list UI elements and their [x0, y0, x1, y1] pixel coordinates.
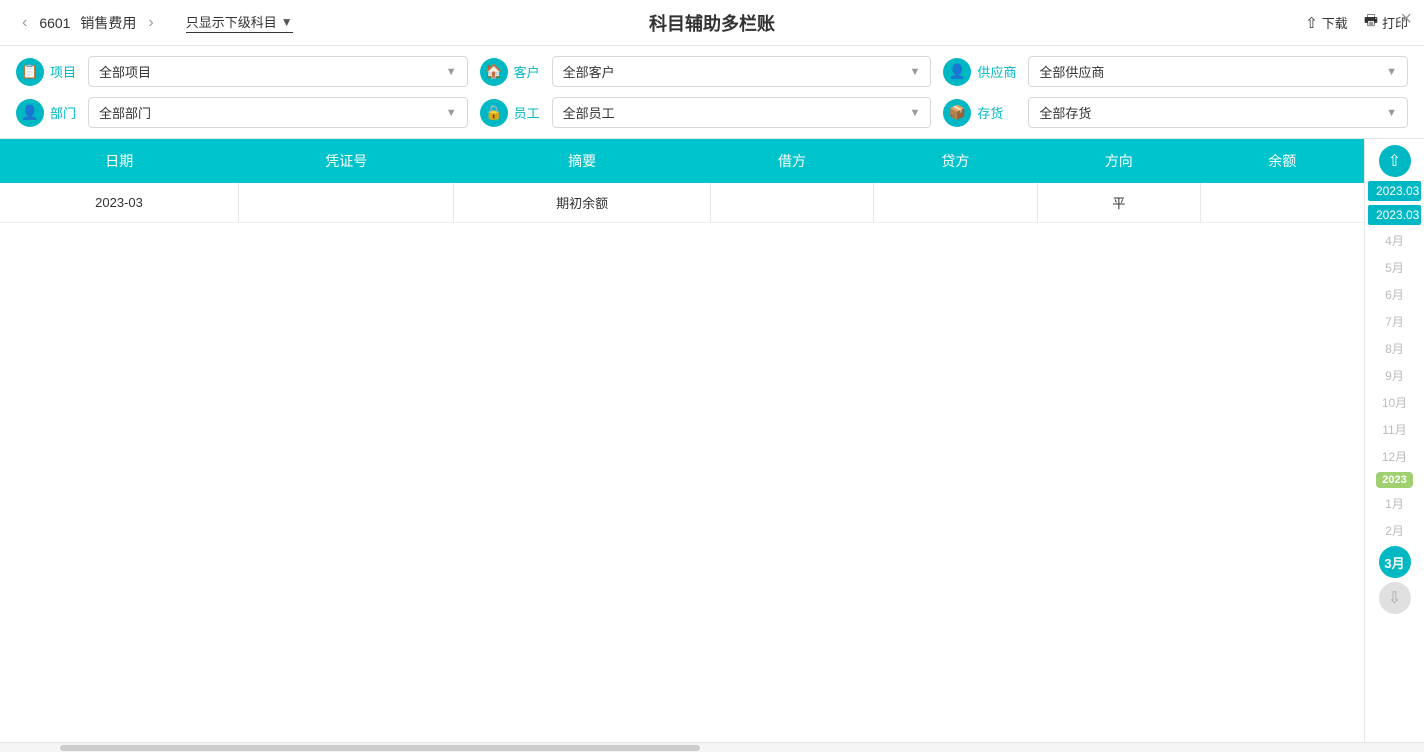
inventory-icon: 📦: [943, 99, 971, 127]
show-sub-label: 只显示下级科目: [186, 12, 277, 31]
prev-account-button[interactable]: ‹: [16, 12, 33, 34]
cell-debit: [710, 183, 873, 223]
timeline-sidebar: ⇧ 2023.03 2023.03 4月 5月 6月 7月 8月 9月 10月 …: [1364, 139, 1424, 742]
supplier-label-text: 供应商: [977, 62, 1016, 81]
timeline-month-9[interactable]: 9月: [1365, 362, 1424, 389]
filter-label-project: 📋 项目: [16, 58, 76, 86]
title-bar: ‹ 6601 销售费用 › 只显示下级科目 ▼ 科目辅助多栏账 ⇧ 下载 🖶 打…: [0, 0, 1424, 46]
timeline-month-4[interactable]: 4月: [1365, 227, 1424, 254]
timeline-month-1[interactable]: 1月: [1365, 490, 1424, 517]
filter-area: 📋 项目 全部项目 ▼ 🏠 客户 全部客户 ▼ 👤 供应商 全部供应商 ▼ 👤 …: [0, 46, 1424, 139]
col-voucher: 凭证号: [239, 139, 454, 183]
department-icon: 👤: [16, 99, 44, 127]
scrollbar-thumb[interactable]: [60, 745, 700, 751]
horizontal-scrollbar[interactable]: [0, 742, 1424, 752]
employee-icon: 🔒: [480, 99, 508, 127]
modal-container: ‹ 6601 销售费用 › 只显示下级科目 ▼ 科目辅助多栏账 ⇧ 下载 🖶 打…: [0, 0, 1424, 752]
department-value: 全部部门: [99, 103, 151, 122]
project-value: 全部项目: [99, 62, 151, 81]
chevron-down-icon: ▼: [281, 15, 293, 29]
inventory-dropdown-icon: ▼: [1386, 107, 1397, 119]
cell-credit: [874, 183, 1037, 223]
department-select[interactable]: 全部部门 ▼: [88, 97, 468, 128]
project-label-text: 项目: [50, 62, 76, 81]
filter-label-inventory: 📦 存货: [943, 99, 1016, 127]
filter-label-department: 👤 部门: [16, 99, 76, 127]
col-direction: 方向: [1037, 139, 1200, 183]
supplier-dropdown-icon: ▼: [1386, 66, 1397, 78]
timeline-month-12[interactable]: 12月: [1365, 443, 1424, 470]
timeline-month-7[interactable]: 7月: [1365, 308, 1424, 335]
toolbar-right: ⇧ 下载 🖶 打印: [1305, 10, 1408, 35]
cell-date: 2023-03: [0, 183, 239, 223]
download-label: 下载: [1322, 13, 1348, 32]
content-area: 日期 凭证号 摘要 借方 贷方 方向 余额 2023-03 期初余额 平: [0, 139, 1424, 742]
year-badge-2023[interactable]: 2023: [1376, 472, 1412, 488]
page-title: 科目辅助多栏账: [649, 10, 775, 36]
supplier-select[interactable]: 全部供应商 ▼: [1028, 56, 1408, 87]
cell-direction: 平: [1037, 183, 1200, 223]
col-summary: 摘要: [454, 139, 710, 183]
download-button[interactable]: ⇧ 下载: [1305, 13, 1348, 32]
timeline-month-6[interactable]: 6月: [1365, 281, 1424, 308]
filter-label-customer: 🏠 客户: [480, 58, 540, 86]
next-account-button[interactable]: ›: [142, 12, 159, 34]
timeline-month-3-active[interactable]: 3月: [1379, 546, 1411, 578]
account-code-name: 销售费用: [80, 15, 136, 31]
project-select[interactable]: 全部项目 ▼: [88, 56, 468, 87]
inventory-select[interactable]: 全部存货 ▼: [1028, 97, 1408, 128]
account-code: 6601 销售费用: [39, 13, 136, 33]
project-dropdown-icon: ▼: [446, 66, 457, 78]
col-date: 日期: [0, 139, 239, 183]
inventory-value: 全部存货: [1039, 103, 1091, 122]
customer-dropdown-icon: ▼: [909, 66, 920, 78]
timeline-month-11[interactable]: 11月: [1365, 416, 1424, 443]
table-row: 2023-03 期初余额 平: [0, 183, 1364, 223]
timeline-month-2[interactable]: 2月: [1365, 517, 1424, 544]
download-icon: ⇧: [1305, 14, 1318, 32]
account-code-number: 6601: [39, 15, 70, 31]
customer-select[interactable]: 全部客户 ▼: [552, 56, 932, 87]
employee-dropdown-icon: ▼: [909, 107, 920, 119]
timeline-down-button[interactable]: ⇩: [1379, 582, 1411, 614]
period-box-2[interactable]: 2023.03: [1368, 205, 1421, 225]
close-button[interactable]: ×: [1400, 8, 1412, 31]
table-header-row: 日期 凭证号 摘要 借方 贷方 方向 余额: [0, 139, 1364, 183]
department-dropdown-icon: ▼: [446, 107, 457, 119]
customer-icon: 🏠: [480, 58, 508, 86]
inventory-label-text: 存货: [977, 103, 1003, 122]
cell-voucher: [239, 183, 454, 223]
show-sub-toggle[interactable]: 只显示下级科目 ▼: [186, 12, 293, 33]
employee-label-text: 员工: [514, 103, 540, 122]
timeline-up-button[interactable]: ⇧: [1379, 145, 1411, 177]
filter-label-supplier: 👤 供应商: [943, 58, 1016, 86]
nav-area: ‹ 6601 销售费用 › 只显示下级科目 ▼: [16, 12, 293, 34]
cell-summary: 期初余额: [454, 183, 710, 223]
timeline-month-8[interactable]: 8月: [1365, 335, 1424, 362]
timeline-month-10[interactable]: 10月: [1365, 389, 1424, 416]
employee-select[interactable]: 全部员工 ▼: [552, 97, 932, 128]
customer-value: 全部客户: [563, 62, 615, 81]
customer-label-text: 客户: [514, 62, 540, 81]
project-icon: 📋: [16, 58, 44, 86]
main-table: 日期 凭证号 摘要 借方 贷方 方向 余额 2023-03 期初余额 平: [0, 139, 1364, 742]
cell-balance: [1201, 183, 1364, 223]
period-box-1[interactable]: 2023.03: [1368, 181, 1421, 201]
col-debit: 借方: [710, 139, 873, 183]
timeline-month-5[interactable]: 5月: [1365, 254, 1424, 281]
ledger-table: 日期 凭证号 摘要 借方 贷方 方向 余额 2023-03 期初余额 平: [0, 139, 1364, 223]
employee-value: 全部员工: [563, 103, 615, 122]
col-balance: 余额: [1201, 139, 1364, 183]
filter-label-employee: 🔒 员工: [480, 99, 540, 127]
col-credit: 贷方: [874, 139, 1037, 183]
supplier-value: 全部供应商: [1039, 62, 1104, 81]
department-label-text: 部门: [50, 103, 76, 122]
print-icon: 🖶: [1364, 10, 1378, 35]
supplier-icon: 👤: [943, 58, 971, 86]
